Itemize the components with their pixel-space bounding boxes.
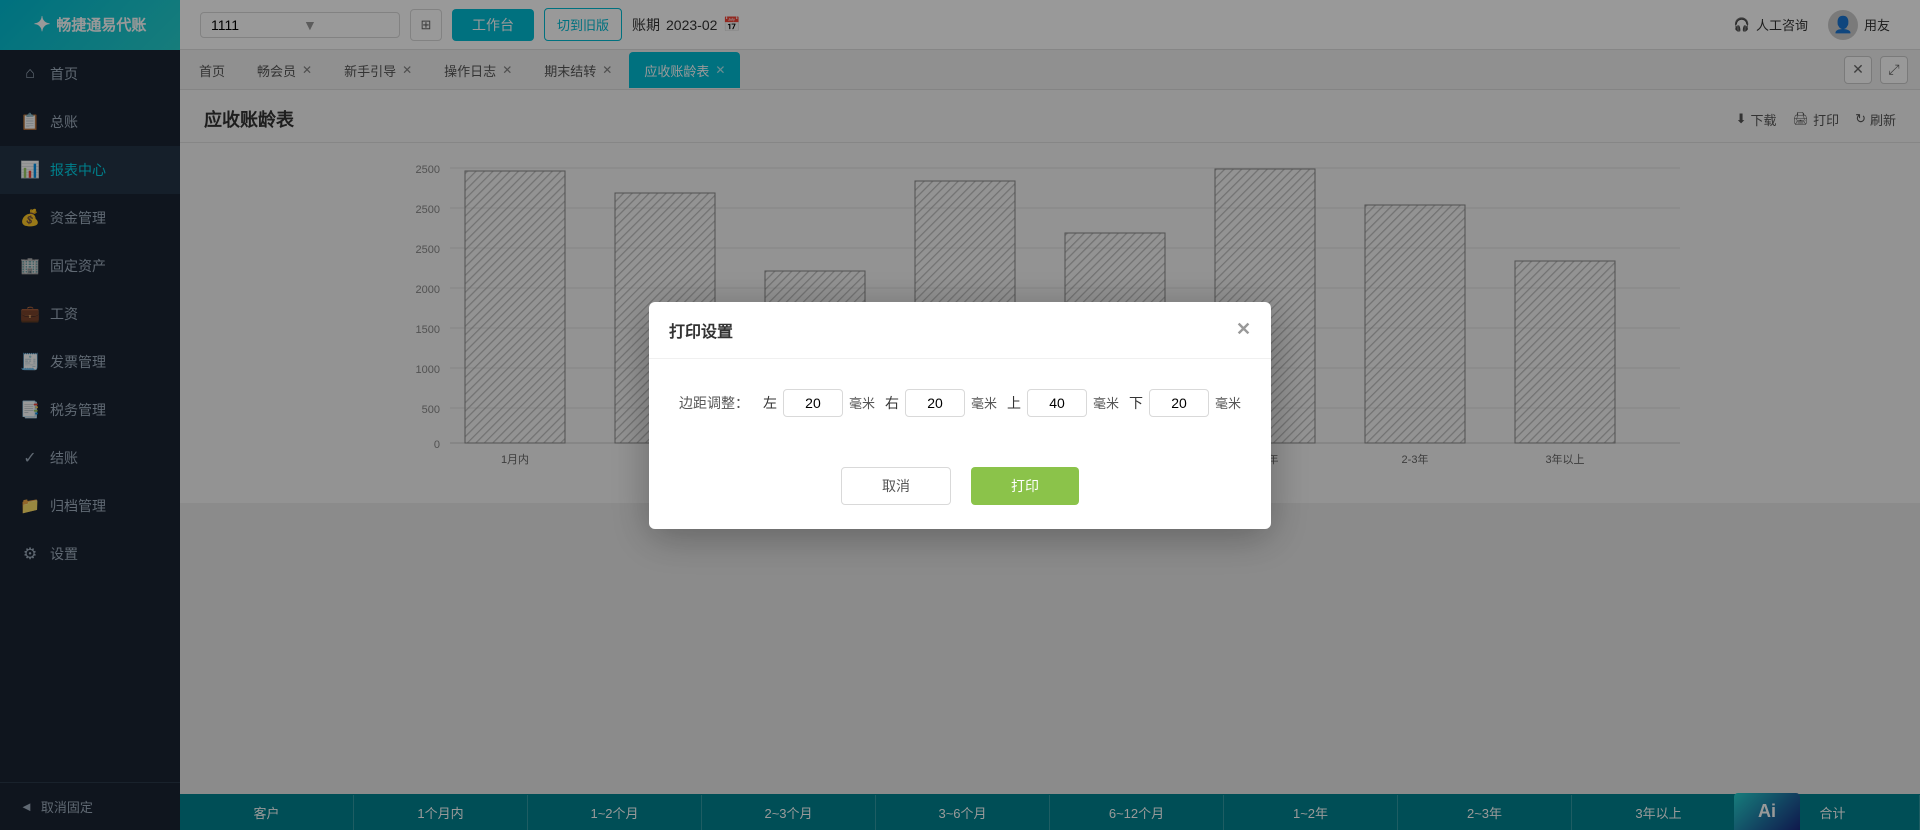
left-direction-label: 左 xyxy=(763,393,777,413)
dialog-overlay[interactable]: 打印设置 ✕ 边距调整： 左 毫米 右 毫米 上 毫米 xyxy=(0,0,1920,830)
bottom-margin-group: 下 毫米 xyxy=(1129,389,1241,417)
margin-label: 边距调整： xyxy=(679,393,749,413)
dialog-header: 打印设置 ✕ xyxy=(649,302,1271,359)
left-margin-input[interactable] xyxy=(783,389,843,417)
cancel-button[interactable]: 取消 xyxy=(841,467,951,505)
top-margin-input[interactable] xyxy=(1027,389,1087,417)
right-margin-unit: 毫米 xyxy=(971,393,997,412)
bottom-margin-unit: 毫米 xyxy=(1215,393,1241,412)
right-margin-group: 右 毫米 xyxy=(885,389,997,417)
top-direction-label: 上 xyxy=(1007,393,1021,413)
dialog-body: 边距调整： 左 毫米 右 毫米 上 毫米 下 xyxy=(649,359,1271,457)
left-margin-unit: 毫米 xyxy=(849,393,875,412)
dialog-title: 打印设置 xyxy=(669,318,733,342)
margin-row: 边距调整： 左 毫米 右 毫米 上 毫米 下 xyxy=(679,389,1241,417)
print-confirm-button[interactable]: 打印 xyxy=(971,467,1079,505)
dialog-close-button[interactable]: ✕ xyxy=(1236,319,1251,340)
top-margin-group: 上 毫米 xyxy=(1007,389,1119,417)
bottom-direction-label: 下 xyxy=(1129,393,1143,413)
bottom-margin-input[interactable] xyxy=(1149,389,1209,417)
left-margin-group: 左 毫米 xyxy=(763,389,875,417)
dialog-footer: 取消 打印 xyxy=(649,457,1271,529)
print-settings-dialog: 打印设置 ✕ 边距调整： 左 毫米 右 毫米 上 毫米 xyxy=(649,302,1271,529)
right-margin-input[interactable] xyxy=(905,389,965,417)
top-margin-unit: 毫米 xyxy=(1093,393,1119,412)
right-direction-label: 右 xyxy=(885,393,899,413)
